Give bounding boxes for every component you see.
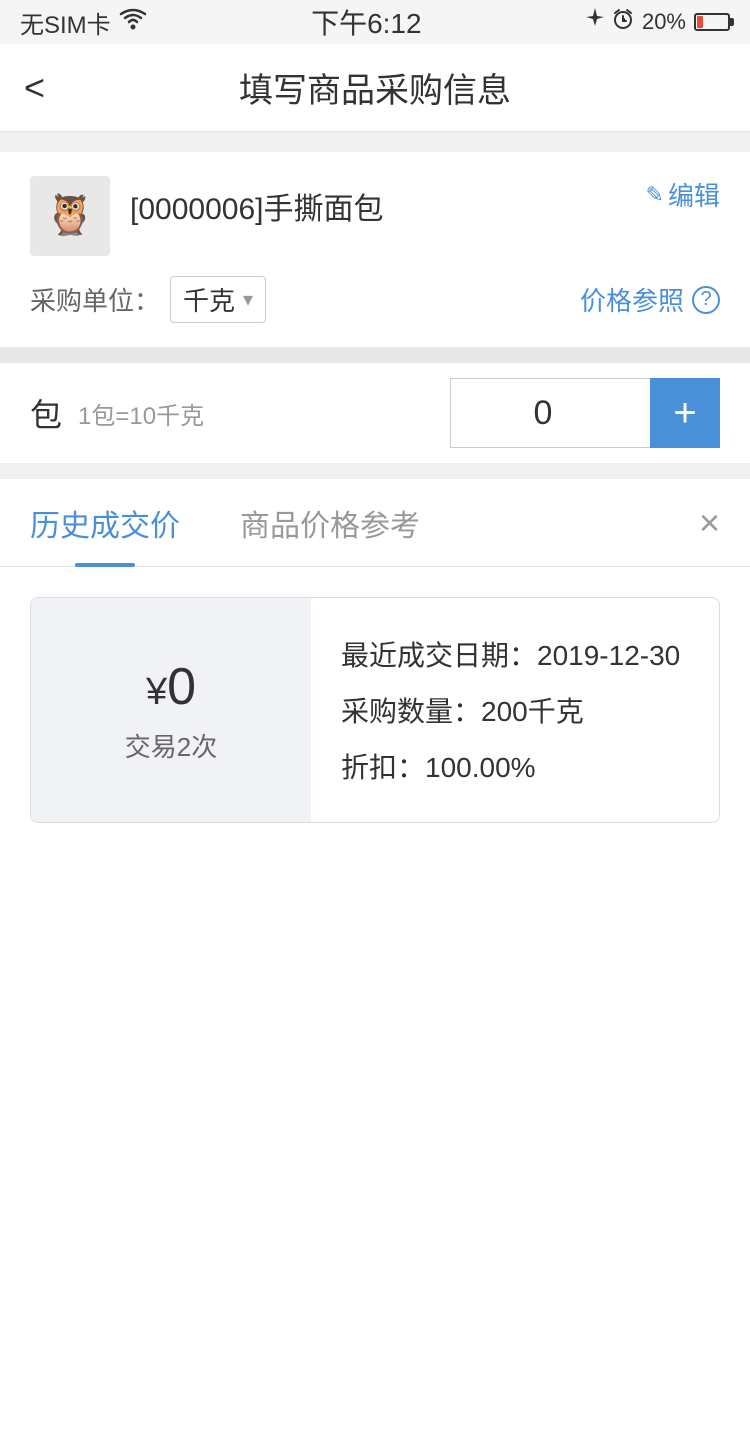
history-price: ¥0 xyxy=(146,657,196,717)
discount-value: 100.00% xyxy=(425,752,536,783)
unit-label: 采购单位： xyxy=(30,281,160,318)
history-card: ¥0 交易2次 最近成交日期：2019-12-30 采购数量：200千克 折扣：… xyxy=(30,597,720,823)
history-discount-row: 折扣：100.00% xyxy=(341,746,689,786)
content-background xyxy=(0,853,750,1453)
tabs-close-button[interactable]: × xyxy=(699,502,720,544)
tabs-header: 历史成交价 商品价格参考 × xyxy=(0,479,750,567)
wifi-icon xyxy=(119,8,147,37)
status-bar: 无SIM卡 下午6:12 20% xyxy=(0,0,750,44)
price-ref-button[interactable]: 价格参照 ? xyxy=(580,281,720,318)
unit-selector[interactable]: 千克 ▾ xyxy=(170,276,266,323)
quantity-unit: 包 xyxy=(30,390,62,436)
status-right: 20% xyxy=(586,8,730,36)
battery-percent: 20% xyxy=(642,9,686,35)
purchase-qty-label: 采购数量： xyxy=(341,696,481,727)
quantity-conversion: 1包=10千克 xyxy=(78,396,204,431)
recent-date-value: 2019-12-30 xyxy=(537,640,680,671)
quantity-row: 包 1包=10千克 + xyxy=(0,363,750,463)
yen-symbol: ¥ xyxy=(146,671,167,713)
back-button[interactable]: < xyxy=(24,67,45,109)
quantity-left: 包 1包=10千克 xyxy=(30,390,204,436)
history-trade-count: 交易2次 xyxy=(125,727,217,764)
history-price-section: ¥0 交易2次 xyxy=(31,598,311,822)
product-card: 🦉 [0000006]手撕面包 ✎ 编辑 采购单位： 千克 ▾ 价格参照 ? xyxy=(0,152,750,347)
nav-bar: < 填写商品采购信息 xyxy=(0,44,750,132)
edit-label: 编辑 xyxy=(668,176,720,213)
edit-button[interactable]: ✎ 编辑 xyxy=(646,176,720,213)
history-date-row: 最近成交日期：2019-12-30 xyxy=(341,634,689,674)
status-time: 下午6:12 xyxy=(311,2,422,42)
product-name: [0000006]手撕面包 xyxy=(130,176,383,228)
tab-underline xyxy=(75,563,135,567)
price-ref-help-icon: ? xyxy=(692,286,720,314)
price-ref-label: 价格参照 xyxy=(580,281,684,318)
history-content: ¥0 交易2次 最近成交日期：2019-12-30 采购数量：200千克 折扣：… xyxy=(0,567,750,853)
price-value: 0 xyxy=(167,658,196,716)
edit-icon: ✎ xyxy=(646,182,664,208)
tab-history-label: 历史成交价 xyxy=(30,501,180,545)
recent-date-label: 最近成交日期： xyxy=(341,640,537,671)
battery-icon xyxy=(694,13,730,31)
quantity-right: + xyxy=(450,378,720,448)
quantity-input[interactable] xyxy=(450,378,650,448)
history-qty-row: 采购数量：200千克 xyxy=(341,690,689,730)
quantity-plus-button[interactable]: + xyxy=(650,378,720,448)
purchase-qty-value: 200千克 xyxy=(481,696,584,727)
tabs-panel: 历史成交价 商品价格参考 × ¥0 交易2次 最近成交日期：2019-12-30 xyxy=(0,479,750,1453)
tab-price-ref-label: 商品价格参考 xyxy=(240,501,420,545)
carrier-text: 无SIM卡 xyxy=(20,5,111,40)
divider-stripe xyxy=(0,347,750,363)
tab-price-ref[interactable]: 商品价格参考 xyxy=(240,479,420,567)
tab-history[interactable]: 历史成交价 xyxy=(30,479,180,567)
discount-label: 折扣： xyxy=(341,752,425,783)
gps-icon xyxy=(586,8,604,36)
product-thumbnail: 🦉 xyxy=(30,176,110,256)
unit-arrow-icon: ▾ xyxy=(243,287,253,312)
tabs-list: 历史成交价 商品价格参考 xyxy=(30,479,420,567)
page-title: 填写商品采购信息 xyxy=(239,63,511,112)
product-info: 🦉 [0000006]手撕面包 xyxy=(30,176,383,256)
history-details: 最近成交日期：2019-12-30 采购数量：200千克 折扣：100.00% xyxy=(311,598,719,822)
alarm-icon xyxy=(612,8,634,36)
unit-value: 千克 xyxy=(183,281,235,318)
svg-text:🦉: 🦉 xyxy=(45,193,95,237)
status-left: 无SIM卡 xyxy=(20,5,147,40)
